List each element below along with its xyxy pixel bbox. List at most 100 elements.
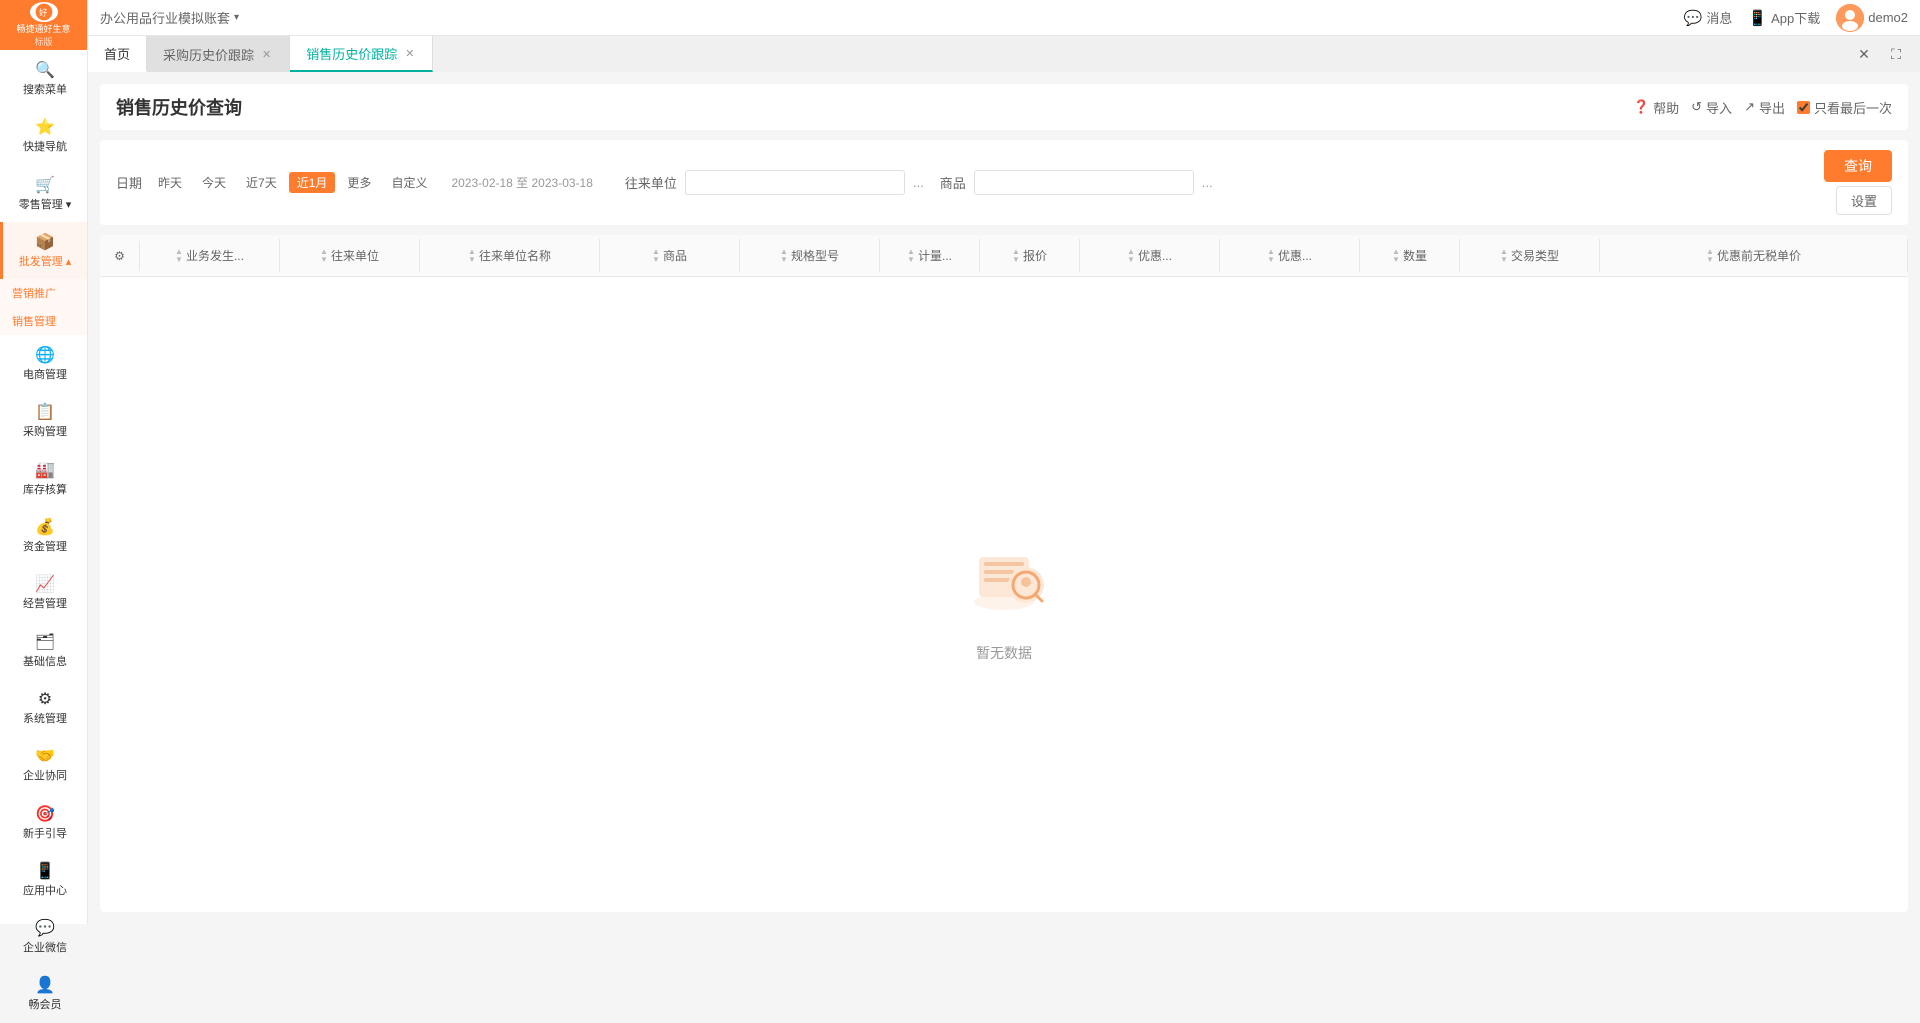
date-btn-7days[interactable]: 近7天 xyxy=(238,172,285,193)
main-area: 办公用品行业模拟账套 ▾ 💬 消息 📱 App下载 xyxy=(88,0,1920,924)
app-download-label: App下载 xyxy=(1771,8,1820,27)
th-qty[interactable]: ▲▼ 数量 xyxy=(1360,239,1460,272)
tab-close-all-button[interactable]: ✕ xyxy=(1852,42,1876,66)
sort-arrows: ▲▼ xyxy=(175,248,183,264)
sidebar-item-label: 企业微信 xyxy=(23,941,67,955)
sidebar-item-guide[interactable]: 🎯 新手引导 xyxy=(0,794,87,851)
globe-icon: 🌐 xyxy=(35,345,55,365)
th-discount2[interactable]: ▲▼ 优惠... xyxy=(1220,239,1360,272)
sidebar-item-search[interactable]: 🔍 搜索菜单 xyxy=(0,50,87,107)
factory-icon: 🏭 xyxy=(35,460,55,480)
sidebar: 好 畅捷通好生意 标版 🔍 搜索菜单 ⭐ 快捷导航 🛒 零售管理 ▾ 📦 批发管… xyxy=(0,0,88,924)
box-icon: 📦 xyxy=(35,232,55,252)
th-biz-date[interactable]: ▲▼ 业务发生... xyxy=(140,239,280,272)
sidebar-item-wholesale[interactable]: 📦 批发管理 ▴ xyxy=(0,222,87,279)
tab-home[interactable]: 首页 xyxy=(88,36,147,72)
sidebar-item-shortcut[interactable]: ⭐ 快捷导航 xyxy=(0,107,87,164)
partner-ellipsis[interactable]: ... xyxy=(913,175,924,190)
only-last-checkbox[interactable] xyxy=(1797,101,1810,114)
svg-text:好: 好 xyxy=(39,7,47,17)
sidebar-item-retail[interactable]: 🛒 零售管理 ▾ xyxy=(0,165,87,222)
help-label: 帮助 xyxy=(1653,98,1679,117)
sidebar-item-operation[interactable]: 📈 经营管理 xyxy=(0,564,87,621)
sidebar-item-label: 快捷导航 xyxy=(23,140,67,154)
clipboard-icon: 📋 xyxy=(35,402,55,422)
sidebar-item-purchase[interactable]: 📋 采购管理 xyxy=(0,392,87,449)
only-last-checkbox-group[interactable]: 只看最后一次 xyxy=(1797,98,1892,117)
th-trade-type[interactable]: ▲▼ 交易类型 xyxy=(1460,239,1600,272)
date-btn-custom[interactable]: 自定义 xyxy=(383,172,435,193)
th-discount1[interactable]: ▲▼ 优惠... xyxy=(1080,239,1220,272)
sidebar-item-label: 应用中心 xyxy=(23,884,67,898)
search-button[interactable]: 查询 xyxy=(1824,150,1892,182)
app-selector[interactable]: 办公用品行业模拟账套 ▾ xyxy=(100,8,239,27)
goods-ellipsis[interactable]: ... xyxy=(1202,175,1213,190)
goods-input[interactable] xyxy=(974,170,1194,195)
tab-home-label: 首页 xyxy=(104,44,130,63)
date-filter-group: 日期 昨天 今天 近7天 近1月 更多 自定义 xyxy=(116,172,435,193)
th-partner-name[interactable]: ▲▼ 往来单位名称 xyxy=(420,239,600,272)
th-unit[interactable]: ▲▼ 计量... xyxy=(880,239,980,272)
logo-tag: 标版 xyxy=(34,35,52,48)
sidebar-sub-marketing[interactable]: 营销推广 xyxy=(0,279,87,307)
app-download-button[interactable]: 📱 App下载 xyxy=(1748,8,1820,27)
gear-icon: ⚙ xyxy=(38,689,52,709)
help-button[interactable]: ❓ 帮助 xyxy=(1633,98,1679,117)
date-btn-yesterday[interactable]: 昨天 xyxy=(150,172,190,193)
sidebar-item-enterprise[interactable]: 🤝 企业协同 xyxy=(0,736,87,793)
th-pre-tax-price[interactable]: ▲▼ 优惠前无税单价 xyxy=(1600,239,1908,272)
th-partner-code[interactable]: ▲▼ 往来单位 xyxy=(280,239,420,272)
tab-sales[interactable]: 销售历史价跟踪 ✕ xyxy=(290,36,433,72)
th-discount2-label: 优惠... xyxy=(1278,247,1312,264)
target-icon: 🎯 xyxy=(35,804,55,824)
tab-sales-close[interactable]: ✕ xyxy=(403,45,416,62)
date-buttons: 昨天 今天 近7天 近1月 更多 自定义 xyxy=(150,172,435,193)
empty-text: 暂无数据 xyxy=(976,643,1032,663)
empty-icon xyxy=(954,527,1054,627)
th-goods[interactable]: ▲▼ 商品 xyxy=(600,239,740,272)
settings-button[interactable]: 设置 xyxy=(1836,186,1892,215)
sort-arrows: ▲▼ xyxy=(320,248,328,264)
user-profile[interactable]: demo2 xyxy=(1836,4,1908,32)
sort-arrows: ▲▼ xyxy=(1127,248,1135,264)
sort-arrows: ▲▼ xyxy=(907,248,915,264)
th-gear[interactable]: ⚙ xyxy=(100,241,140,271)
sort-arrows: ▲▼ xyxy=(652,248,660,264)
download-icon: 📱 xyxy=(1748,9,1767,27)
page-title: 销售历史价查询 xyxy=(116,94,242,120)
sidebar-item-member[interactable]: 👤 畅会员 xyxy=(0,965,87,1022)
sidebar-sub-sales-mgmt[interactable]: 销售管理 xyxy=(0,307,87,335)
date-range-text: 2023-02-18 至 2023-03-18 xyxy=(451,174,592,191)
tab-sales-label: 销售历史价跟踪 xyxy=(306,44,397,63)
date-btn-today[interactable]: 今天 xyxy=(194,172,234,193)
partner-input[interactable] xyxy=(685,170,905,195)
sidebar-item-wechat[interactable]: 💬 企业微信 xyxy=(0,908,87,965)
chat-icon: 💬 xyxy=(35,918,55,938)
sidebar-sub-label: 销售管理 xyxy=(12,316,56,328)
sidebar-item-system[interactable]: ⚙ 系统管理 xyxy=(0,679,87,736)
sidebar-item-inventory[interactable]: 🏭 库存核算 xyxy=(0,450,87,507)
export-button[interactable]: ↗ 导出 xyxy=(1744,98,1785,117)
th-spec[interactable]: ▲▼ 规格型号 xyxy=(740,239,880,272)
sidebar-item-apps[interactable]: 📱 应用中心 xyxy=(0,851,87,908)
th-price[interactable]: ▲▼ 报价 xyxy=(980,239,1080,272)
date-btn-1month[interactable]: 近1月 xyxy=(289,172,336,193)
tab-fullscreen-button[interactable]: ⛶ xyxy=(1884,42,1908,66)
tab-purchase[interactable]: 采购历史价跟踪 ✕ xyxy=(147,36,290,72)
sidebar-item-finance[interactable]: 💰 资金管理 xyxy=(0,507,87,564)
handshake-icon: 🤝 xyxy=(35,746,55,766)
sidebar-item-label: 经营管理 xyxy=(23,597,67,611)
sidebar-item-label: 零售管理 ▾ xyxy=(19,198,72,212)
msg-button[interactable]: 💬 消息 xyxy=(1684,8,1733,27)
folder-icon: 🗂 xyxy=(35,632,55,652)
import-button[interactable]: ↺ 导入 xyxy=(1691,98,1732,117)
sidebar-item-ecommerce[interactable]: 🌐 电商管理 xyxy=(0,335,87,392)
sidebar-item-basic[interactable]: 🗂 基础信息 xyxy=(0,622,87,679)
date-btn-more[interactable]: 更多 xyxy=(339,172,379,193)
goods-filter-group: 商品 ... xyxy=(940,170,1213,195)
tab-purchase-close[interactable]: ✕ xyxy=(260,46,273,63)
app-selector-label: 办公用品行业模拟账套 xyxy=(100,8,230,27)
sidebar-sub-label: 营销推广 xyxy=(12,288,56,300)
table-header: ⚙ ▲▼ 业务发生... ▲▼ 往来单位 ▲▼ 往来单位名称 ▲▼ 商品 xyxy=(100,235,1908,277)
title-actions: ❓ 帮助 ↺ 导入 ↗ 导出 只看最后一次 xyxy=(1633,98,1892,117)
